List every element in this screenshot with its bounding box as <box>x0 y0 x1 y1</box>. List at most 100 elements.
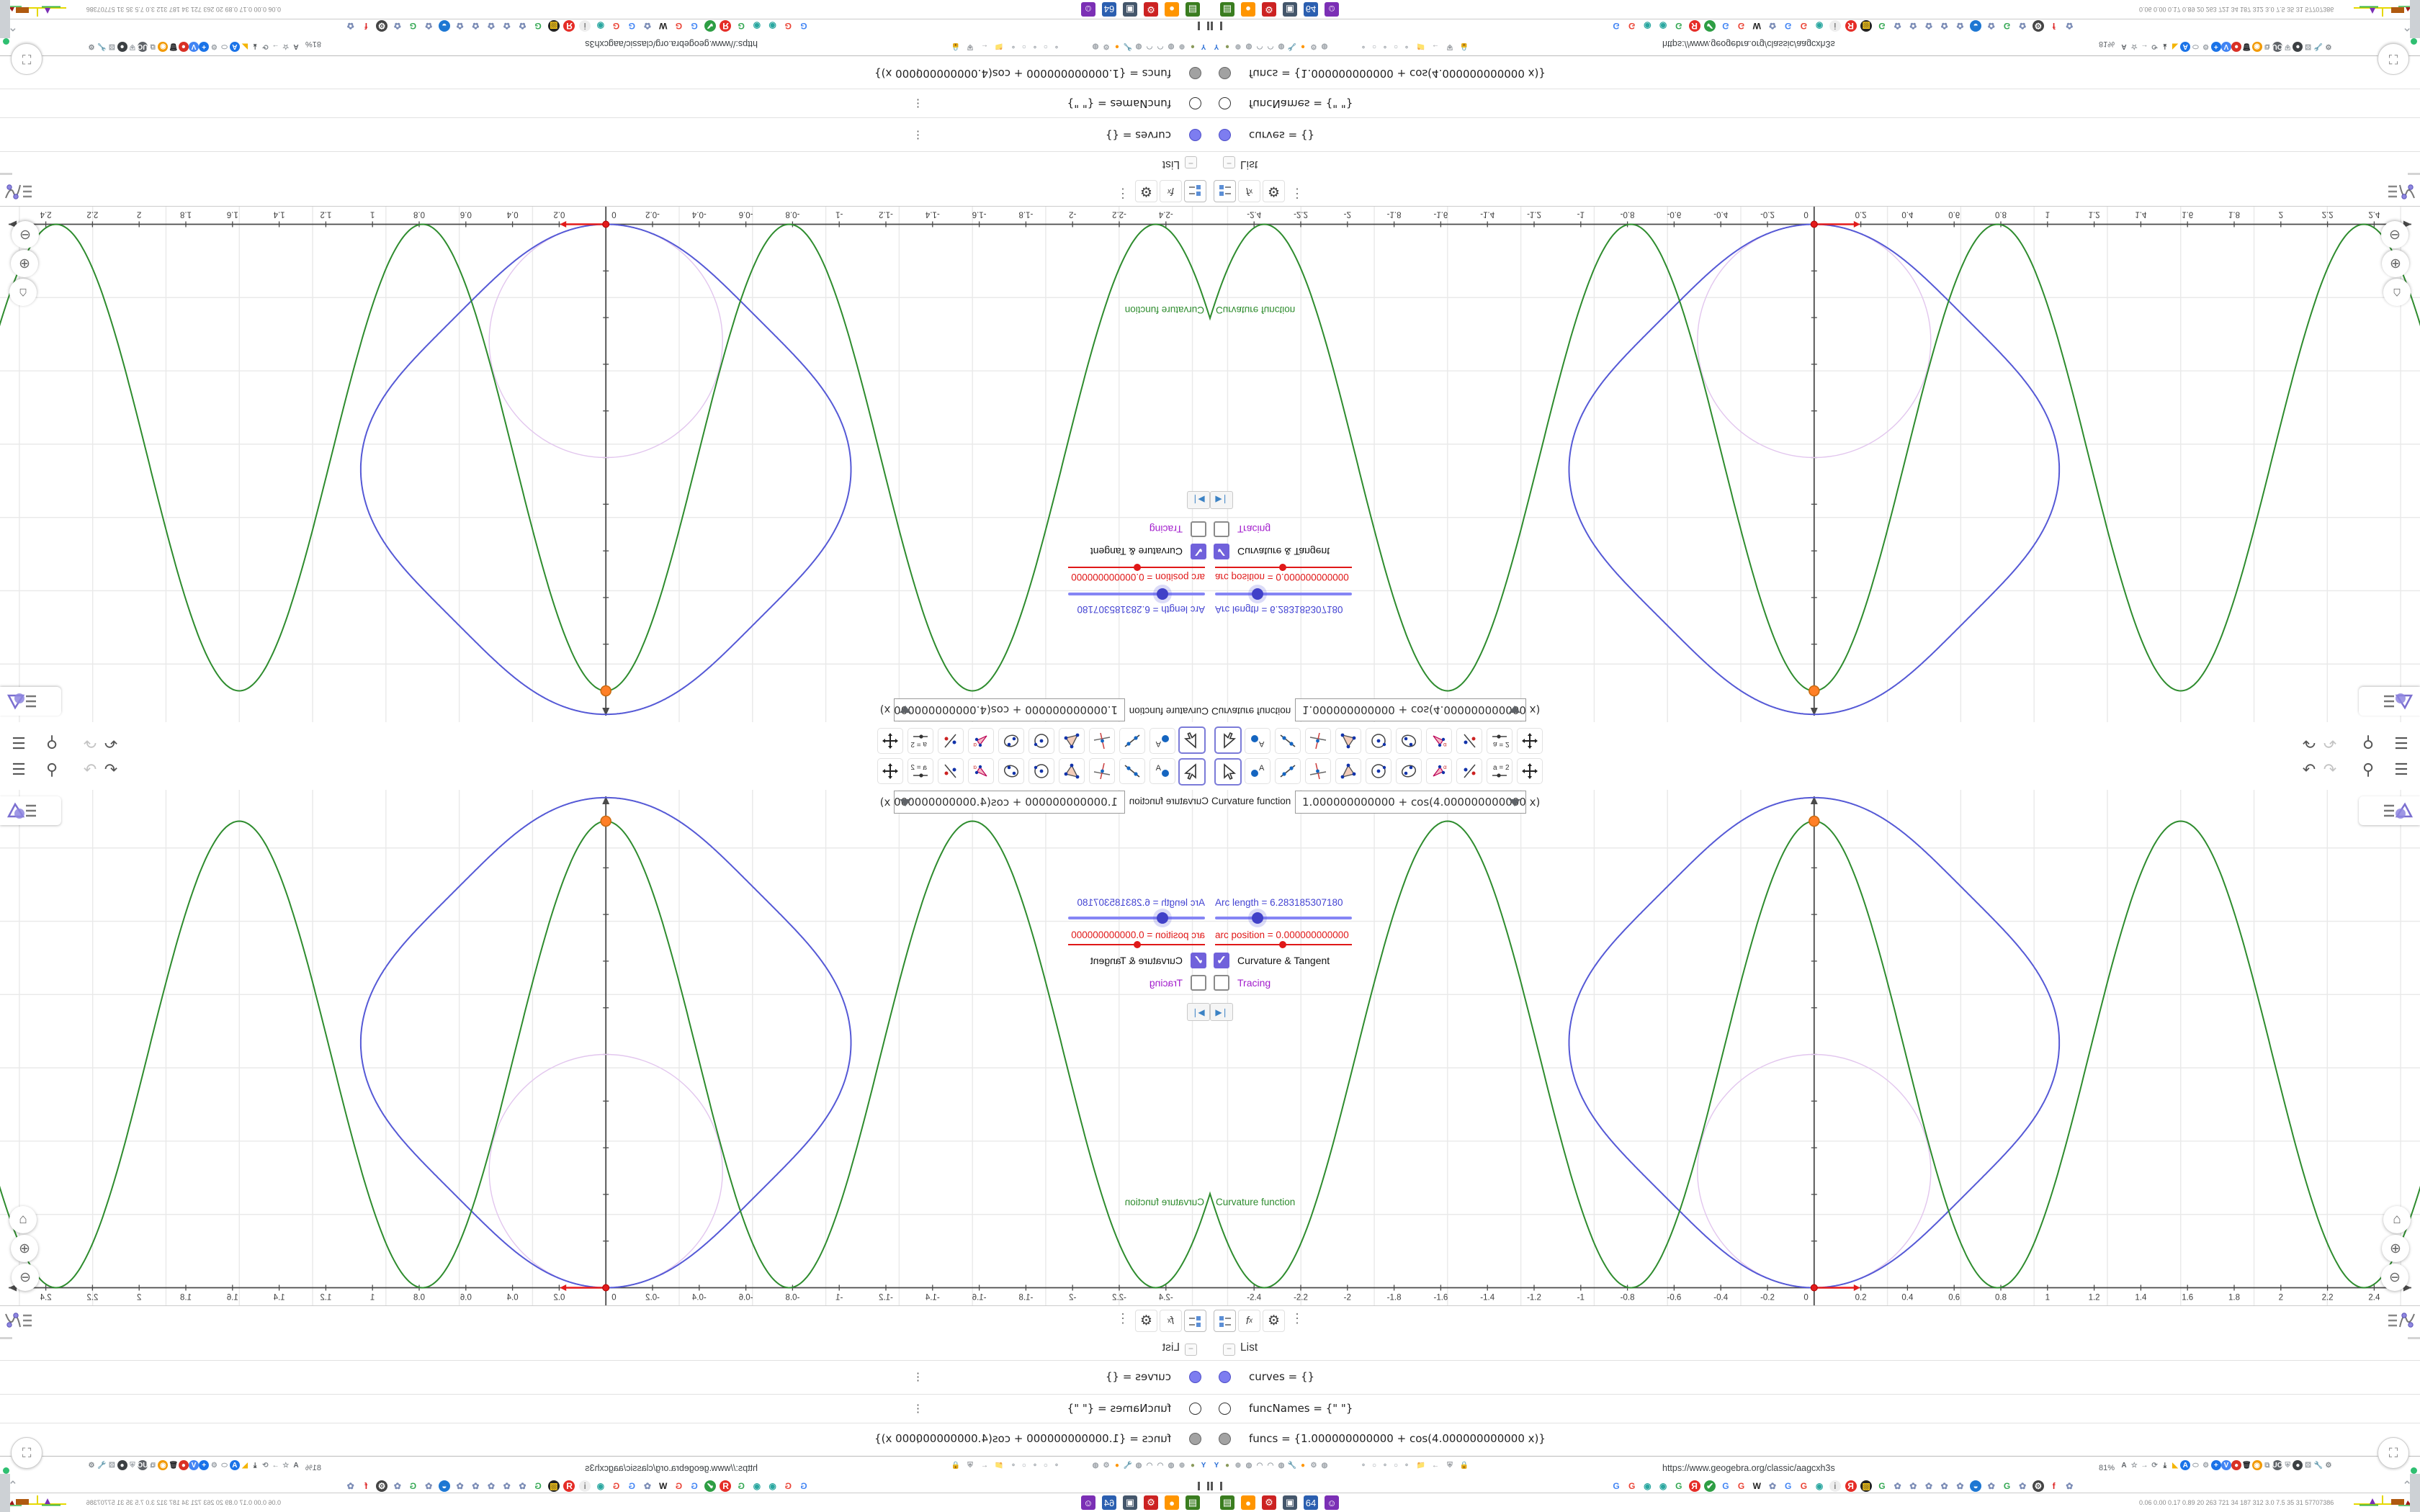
play-button[interactable]: ▶❘ <box>1210 491 1233 509</box>
browser-icon[interactable]: Y <box>1211 42 1222 52</box>
browser-icon[interactable]: V <box>189 42 199 52</box>
algebra-toggle-panel[interactable] <box>0 687 61 716</box>
kebab-menu-icon[interactable]: ⋮ <box>913 129 923 142</box>
tool-point[interactable]: A <box>1245 758 1270 784</box>
browser-icon[interactable]: ⛨ <box>127 42 138 52</box>
menu-icon[interactable]: ☰ <box>2392 760 2411 779</box>
bookmark-favicon[interactable]: G <box>782 1480 794 1492</box>
browser-icon[interactable]: A <box>2180 1460 2191 1470</box>
browser-icon[interactable]: ● <box>117 42 127 52</box>
bookmark-favicon[interactable]: ✿ <box>1892 20 1904 32</box>
visibility-marble[interactable] <box>1189 1433 1201 1445</box>
browser-icon[interactable]: ◣ <box>2170 1460 2180 1470</box>
browser-icon[interactable]: ◍ <box>1166 42 1176 52</box>
settings-gear-button[interactable]: ⚙ <box>1135 180 1157 202</box>
bookmark-favicon[interactable]: G <box>2002 20 2013 32</box>
arc-position-slider-knob[interactable] <box>1279 941 1286 948</box>
browser-icon[interactable]: ◍ <box>1244 1460 1254 1470</box>
browser-icon[interactable]: ⟳ <box>2150 1460 2160 1470</box>
list-row-funcnames[interactable]: funcNames = {" "} ⋮ <box>1210 89 2420 117</box>
bookmark-favicon[interactable]: G <box>1876 20 1888 32</box>
browser-icon[interactable]: A <box>291 1460 301 1470</box>
browser-icon[interactable]: ◣ <box>240 1460 250 1470</box>
browser-icon[interactable]: ∘ <box>1402 42 1412 52</box>
tree-view-button[interactable] <box>1184 1310 1206 1332</box>
browser-icon[interactable]: ● <box>1298 42 1308 52</box>
bookmark-favicon[interactable]: ✿ <box>1923 1480 1935 1492</box>
browser-icon[interactable]: ○ <box>1391 1460 1401 1470</box>
kebab-menu-icon[interactable]: ⋮ <box>913 1370 923 1383</box>
tool-slider[interactable]: a = 2 <box>1487 728 1512 754</box>
curvature-tangent-checkbox[interactable]: ✓ <box>1191 544 1206 559</box>
bookmark-favicon[interactable]: ◉ <box>767 20 779 32</box>
bookmark-favicon[interactable]: ✿ <box>642 1480 653 1492</box>
settings-gear-button[interactable]: ⚙ <box>1263 1310 1285 1332</box>
browser-icon[interactable]: ⬭ <box>2190 42 2200 52</box>
bookmark-favicon[interactable]: ✿ <box>454 20 466 32</box>
bookmark-favicon[interactable]: G <box>673 1480 684 1492</box>
bookmark-favicon[interactable]: Я <box>1688 20 1700 32</box>
tool-move[interactable] <box>1178 726 1206 754</box>
bookmark-favicon[interactable]: G <box>689 20 700 32</box>
tool-point[interactable]: A <box>1150 728 1175 754</box>
browser-icon[interactable]: ● <box>1112 1460 1122 1470</box>
arc-position-slider-knob[interactable] <box>1134 941 1141 948</box>
tool-angle[interactable]: α <box>968 758 994 784</box>
bookmark-favicon[interactable]: ✿ <box>1954 1480 1966 1492</box>
tool-polygon[interactable] <box>1335 758 1361 784</box>
browser-icon[interactable]: ⊕ <box>1177 42 1187 52</box>
bookmark-favicon[interactable]: i <box>579 1480 591 1492</box>
bookmark-favicon[interactable]: ✿ <box>392 20 403 32</box>
fullscreen-button[interactable]: ⛶ <box>2378 43 2409 75</box>
tool-circle[interactable] <box>1028 728 1054 754</box>
browser-icon[interactable]: + <box>199 42 210 52</box>
browser-icon[interactable]: ◉ <box>158 42 169 52</box>
bookmark-favicon[interactable]: ◉ <box>1657 20 1669 32</box>
fx-button[interactable]: fx <box>1238 1310 1260 1332</box>
browser-icon[interactable]: ∘ <box>1008 42 1018 52</box>
home-button[interactable]: ⌂ <box>9 1206 37 1233</box>
browser-icon[interactable]: ∘ <box>1380 1460 1390 1470</box>
url-text[interactable]: https://www.geogebra.org/classic/aagcxh3… <box>1662 39 1835 49</box>
bookmark-favicon[interactable]: ◉ <box>767 1480 779 1492</box>
bookmark-favicon[interactable]: f <box>360 20 372 32</box>
tool-circle[interactable] <box>1366 728 1392 754</box>
list-row-funcs[interactable]: funcs = {1.000000000000 + cos(4.00000000… <box>1210 1423 2420 1456</box>
browser-icon[interactable]: → <box>2139 1460 2149 1470</box>
bookmark-favicon[interactable]: G <box>408 20 419 32</box>
browser-icon[interactable]: ⬭ <box>2190 1460 2200 1470</box>
search-icon[interactable]: ⚲ <box>42 733 61 752</box>
bookmark-favicon[interactable]: ✿ <box>1923 20 1935 32</box>
browser-icon[interactable]: ● <box>117 1460 127 1470</box>
browser-icon[interactable]: ☆ <box>281 42 291 52</box>
browser-icon[interactable]: V <box>2221 1460 2231 1470</box>
browser-icon[interactable]: 🗑 <box>2241 1460 2251 1470</box>
bookmark-favicon[interactable]: ◉ <box>595 20 606 32</box>
kebab-menu-icon[interactable]: ⋮ <box>1116 186 1129 201</box>
taskbar-app-icon[interactable]: 64 <box>1304 1495 1318 1510</box>
browser-icon[interactable]: 🗑 <box>2241 42 2251 52</box>
bookmark-favicon[interactable]: G <box>1720 20 1731 32</box>
bookmark-favicon[interactable]: G <box>1610 1480 1622 1492</box>
browser-icon[interactable]: ◍ <box>1244 42 1254 52</box>
taskbar-app-icon[interactable]: ▤ <box>1220 1495 1234 1510</box>
kebab-menu-icon[interactable]: ⋮ <box>913 1402 923 1415</box>
zoom-in-button[interactable]: ⊕ <box>2382 250 2409 277</box>
browser-icon[interactable]: ⚄ <box>107 1460 117 1470</box>
taskbar-app-icon[interactable]: ▣ <box>1123 1495 1137 1510</box>
visibility-marble[interactable] <box>1189 1371 1201 1383</box>
tool-move[interactable] <box>1214 726 1242 754</box>
browser-icon[interactable]: ◍ <box>1134 42 1144 52</box>
bookmark-favicon[interactable]: f <box>360 1480 372 1492</box>
play-button[interactable]: ▶❘ <box>1210 1003 1233 1021</box>
bookmark-favicon[interactable]: ✿ <box>1767 1480 1778 1492</box>
visibility-marble[interactable] <box>1219 1371 1231 1383</box>
list-row-curves[interactable]: curves = {} ⋮ <box>0 118 1210 151</box>
browser-icon[interactable]: → <box>271 42 281 52</box>
tool-ellipse[interactable] <box>998 728 1024 754</box>
arc-length-slider[interactable] <box>1215 593 1352 595</box>
browser-icon[interactable]: ← <box>980 42 990 52</box>
browser-icon[interactable]: 🔧 <box>1287 42 1297 52</box>
browser-icon[interactable]: ∘ <box>1052 42 1062 52</box>
settings-gear-button[interactable]: ⚙ <box>1135 1310 1157 1332</box>
